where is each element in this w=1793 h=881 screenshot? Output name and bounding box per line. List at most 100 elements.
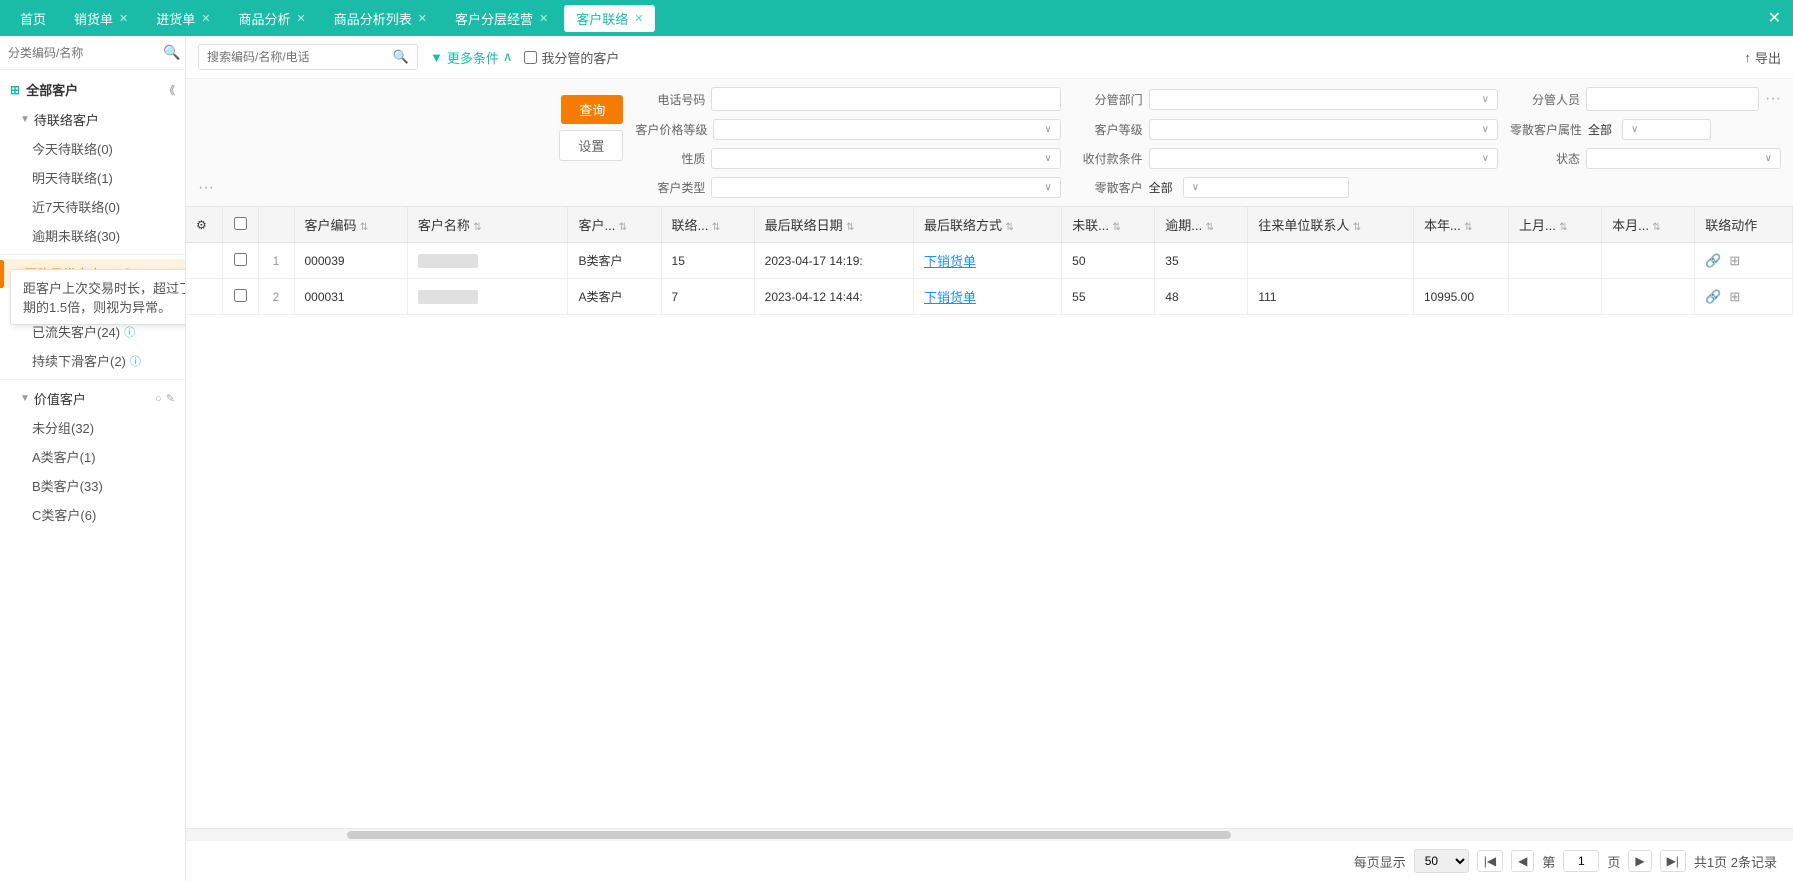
sidebar-leaf-today[interactable]: 今天待联络(0): [0, 134, 185, 163]
main-layout: 🔍 ⊞ 全部客户 《 ▼ 待联络客户 今天待联络(0) 明天待联络(1) 近7天…: [0, 36, 1793, 881]
nav-item-analysis[interactable]: 商品分析 ✕: [226, 5, 317, 32]
prev-page-button[interactable]: ◀: [1511, 850, 1534, 872]
row2-method-link[interactable]: 下销货单: [924, 290, 976, 305]
filter-search-input[interactable]: [207, 50, 387, 64]
row2-actions: 🔗 ⊞: [1695, 279, 1793, 315]
value-edit-icon[interactable]: ✎: [166, 392, 175, 405]
row1-last-month: [1509, 243, 1602, 279]
sidebar-collapse-arrow[interactable]: 《: [164, 82, 175, 98]
close-sales-icon[interactable]: ✕: [119, 12, 128, 25]
table-header-last-date[interactable]: 最后联络日期 ⇅: [754, 207, 913, 243]
row4-dots-icon[interactable]: ···: [198, 179, 214, 197]
table-header-this-year[interactable]: 本年... ⇅: [1413, 207, 1508, 243]
close-customer-segment-icon[interactable]: ✕: [539, 12, 548, 25]
last-month-sort-icon: ⇅: [1559, 222, 1567, 233]
sidebar-leaf-tomorrow[interactable]: 明天待联络(1): [0, 163, 185, 192]
price-grade-select[interactable]: ∨: [713, 119, 1060, 140]
row1-overdue: 35: [1155, 243, 1248, 279]
table-header-unit-contacts[interactable]: 往来单位联系人 ⇅: [1248, 207, 1414, 243]
row2-name-masked: [418, 290, 478, 304]
retail-customer-select[interactable]: ∨: [1183, 177, 1350, 198]
table-header-this-month[interactable]: 本月... ⇅: [1602, 207, 1695, 243]
row1-contact: 15: [661, 243, 754, 279]
sidebar-leaf-overdue[interactable]: 逾期未联络(30): [0, 221, 185, 250]
customer-grade-select[interactable]: ∨: [1149, 119, 1498, 140]
next-page-button[interactable]: ▶: [1628, 850, 1651, 872]
row1-uncontacted: 50: [1062, 243, 1155, 279]
sidebar-group-value[interactable]: ▼ 价值客户 ○ ✎: [0, 384, 185, 413]
settings-button[interactable]: 设置: [559, 130, 623, 161]
total-records: 共1页 2条记录: [1694, 852, 1777, 871]
value-triangle-icon: ▼: [20, 393, 30, 404]
query-button[interactable]: 查询: [561, 95, 623, 124]
nav-item-customer-contact[interactable]: 客户联络 ✕: [564, 5, 655, 32]
table-header-last-month[interactable]: 上月... ⇅: [1509, 207, 1602, 243]
this-month-sort-icon: ⇅: [1652, 222, 1660, 233]
sidebar-search-container: 🔍: [0, 36, 185, 70]
table-header-uncontacted[interactable]: 未联... ⇅: [1062, 207, 1155, 243]
row2-action-grid-icon[interactable]: ⊞: [1729, 289, 1740, 305]
last-page-button[interactable]: ▶|: [1660, 850, 1686, 872]
dept-select[interactable]: ∨: [1149, 89, 1498, 110]
nature-select[interactable]: ∨: [711, 148, 1060, 169]
more-conditions-button[interactable]: ▼ 更多条件 ∧: [430, 48, 512, 67]
status-select[interactable]: ∨: [1586, 148, 1781, 169]
my-customers-checkbox[interactable]: 我分管的客户: [524, 48, 619, 67]
name-sort-icon: ⇅: [473, 222, 481, 233]
sidebar-search-input[interactable]: [8, 46, 163, 60]
sidebar-leaf-c-class[interactable]: C类客户(6): [0, 500, 185, 529]
table-header-type[interactable]: 客户... ⇅: [568, 207, 661, 243]
table-header-contact[interactable]: 联络... ⇅: [661, 207, 754, 243]
sidebar-group-pending[interactable]: ▼ 待联络客户: [0, 105, 185, 134]
row1-action-grid-icon[interactable]: ⊞: [1729, 253, 1740, 269]
sidebar-collapse-icon: ⊞: [10, 83, 20, 97]
sidebar-leaf-ungrouped[interactable]: 未分组(32): [0, 413, 185, 442]
table-header-settings[interactable]: ⚙: [186, 207, 222, 243]
phone-input[interactable]: [711, 87, 1060, 111]
horizontal-scrollbar[interactable]: [186, 828, 1793, 840]
scroll-thumb[interactable]: [347, 831, 1231, 839]
retail-attr-select[interactable]: ∨: [1622, 119, 1710, 140]
filter-row-dots: ···: [198, 179, 623, 197]
nav-item-purchase[interactable]: 进货单 ✕: [144, 5, 222, 32]
table-header-overdue[interactable]: 逾期... ⇅: [1155, 207, 1248, 243]
sidebar-leaf-b-class[interactable]: B类客户(33): [0, 471, 185, 500]
person-dots-icon[interactable]: ···: [1765, 90, 1781, 108]
value-circle-icon[interactable]: ○: [155, 393, 162, 405]
page-size-select[interactable]: 50 100 200: [1414, 849, 1469, 873]
my-customers-input[interactable]: [524, 51, 537, 64]
close-purchase-icon[interactable]: ✕: [201, 12, 210, 25]
row2-last-date: 2023-04-12 14:44:: [754, 279, 913, 315]
row1-select-checkbox[interactable]: [234, 253, 247, 266]
close-analysis-list-icon[interactable]: ✕: [418, 12, 427, 25]
retail-attr-chevron-icon: ∨: [1631, 124, 1638, 135]
row2-select-checkbox[interactable]: [234, 289, 247, 302]
close-analysis-icon[interactable]: ✕: [297, 12, 306, 25]
close-all-tabs-icon[interactable]: ✕: [1768, 8, 1781, 28]
sidebar-leaf-declining[interactable]: 持续下滑客户(2) ⓘ: [0, 346, 185, 375]
page-input[interactable]: [1563, 850, 1599, 872]
select-all-checkbox[interactable]: [234, 217, 247, 230]
contact-sort-icon: ⇅: [712, 222, 720, 233]
close-customer-contact-icon[interactable]: ✕: [634, 12, 643, 25]
nav-item-sales[interactable]: 销货单 ✕: [62, 5, 140, 32]
row1-action-link-icon[interactable]: 🔗: [1705, 253, 1721, 269]
sidebar-leaf-7days[interactable]: 近7天待联络(0): [0, 192, 185, 221]
table-header-last-method[interactable]: 最后联络方式 ⇅: [913, 207, 1061, 243]
nav-item-analysis-list[interactable]: 商品分析列表 ✕: [322, 5, 439, 32]
sidebar-all-customers[interactable]: ⊞ 全部客户 《: [0, 74, 185, 105]
customer-type-select[interactable]: ∨: [711, 177, 1060, 198]
payment-chevron-icon: ∨: [1482, 153, 1489, 164]
nav-item-home[interactable]: 首页: [8, 5, 58, 32]
export-button[interactable]: ↑ 导出: [1744, 48, 1781, 67]
nav-item-customer-segment[interactable]: 客户分层经营 ✕: [443, 5, 560, 32]
person-input[interactable]: [1586, 87, 1759, 111]
sidebar-leaf-a-class[interactable]: A类客户(1): [0, 442, 185, 471]
row1-method-link[interactable]: 下销货单: [924, 254, 976, 269]
table-header-name[interactable]: 客户名称 ⇅: [407, 207, 568, 243]
payment-select[interactable]: ∨: [1149, 148, 1498, 169]
row2-checkbox: [222, 279, 258, 315]
table-header-code[interactable]: 客户编码 ⇅: [294, 207, 407, 243]
first-page-button[interactable]: |◀: [1477, 850, 1503, 872]
row2-action-link-icon[interactable]: 🔗: [1705, 289, 1721, 305]
